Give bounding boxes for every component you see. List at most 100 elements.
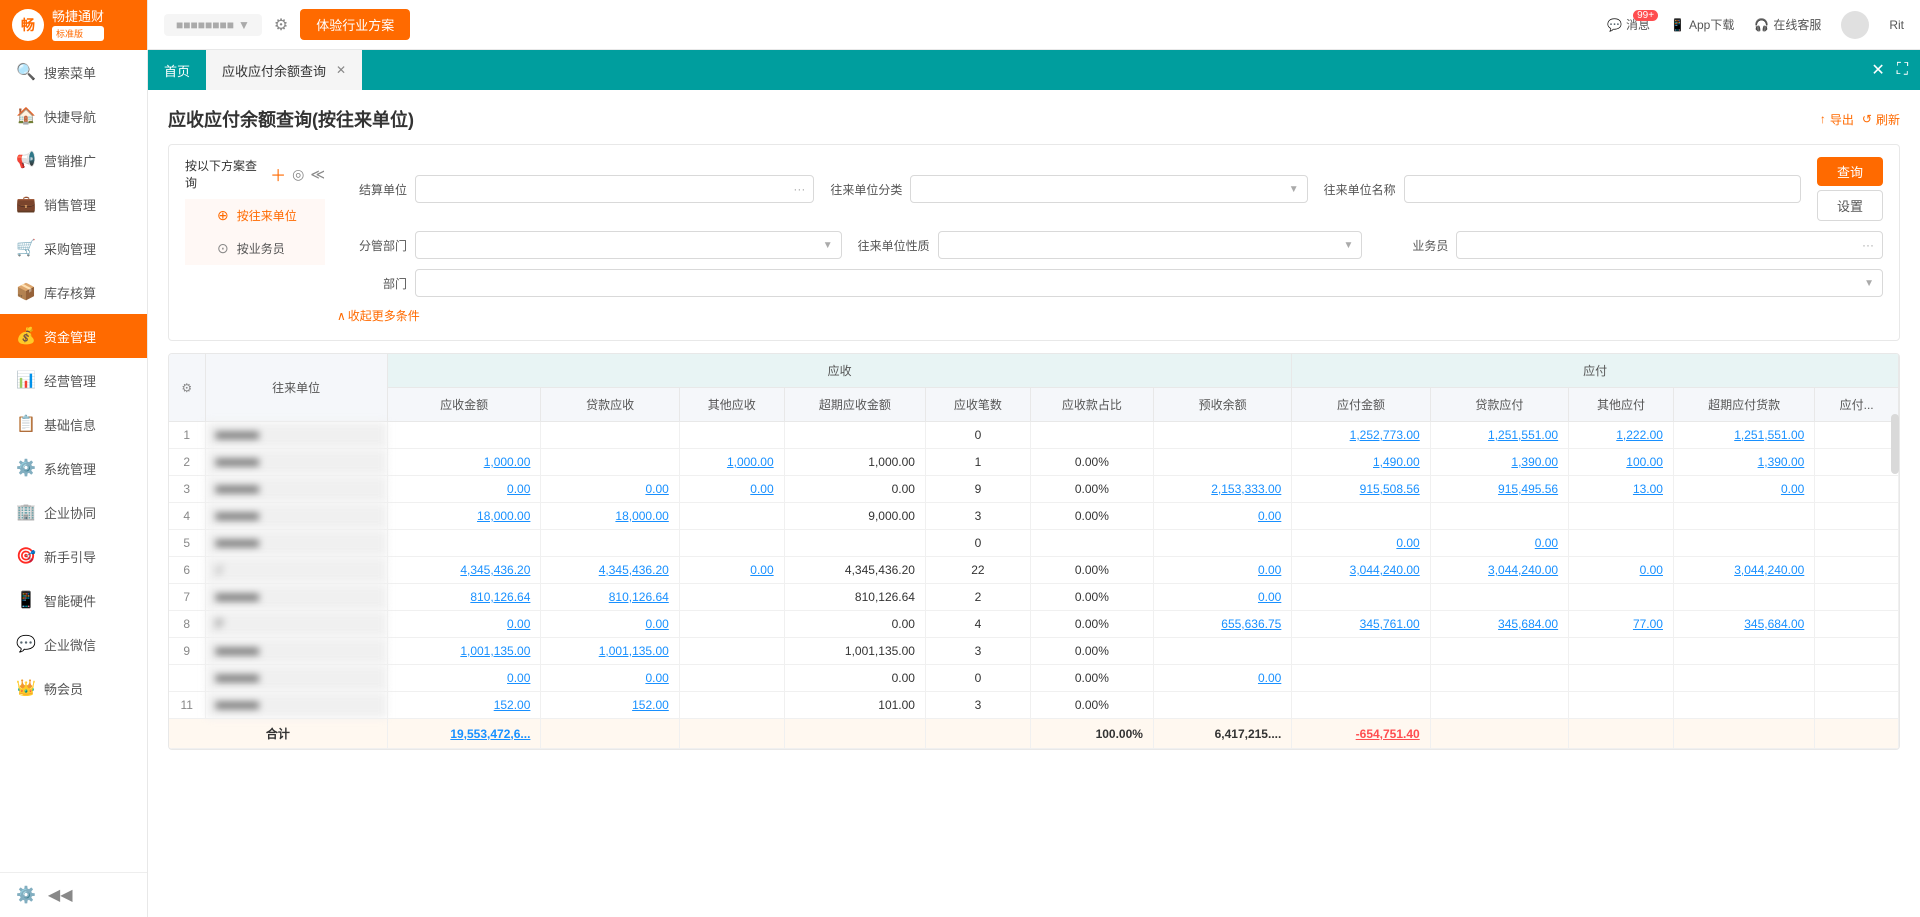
- purchase-icon: 🛒: [16, 238, 36, 258]
- sidebar-item-guide[interactable]: 🎯 新手引导: [0, 534, 147, 578]
- logo-badge: 标准版: [52, 26, 104, 41]
- footer-ar-amount[interactable]: 19,553,472,6...: [387, 719, 541, 749]
- export-button[interactable]: ↑ 导出: [1820, 111, 1854, 128]
- footer-label: 合计: [169, 719, 387, 749]
- sidebar-item-operation[interactable]: 📊 经营管理: [0, 358, 147, 402]
- col-ar-other: 其他应收: [679, 388, 784, 422]
- col-ar-amount: 应收金额: [387, 388, 541, 422]
- salesperson-input[interactable]: ···: [1456, 231, 1883, 259]
- query-button[interactable]: 查询: [1817, 157, 1883, 186]
- collapse-more-button[interactable]: ∧ 收起更多条件: [337, 307, 420, 324]
- app-download-label: App下载: [1689, 16, 1734, 33]
- col-ap-loan: 贷款应付: [1430, 388, 1568, 422]
- tab-close-icon[interactable]: ✕: [336, 63, 346, 77]
- collapse-sidebar-icon[interactable]: ◀◀: [48, 885, 73, 905]
- tabbar-close-icon[interactable]: ✕: [1871, 60, 1884, 80]
- footer-ar-overdue: [784, 719, 925, 749]
- collapse-more-area: ∧ 收起更多条件: [337, 303, 1883, 328]
- collapse-more-label: 收起更多条件: [348, 307, 420, 324]
- tab-home[interactable]: 首页: [148, 50, 206, 90]
- export-icon: ↑: [1820, 112, 1826, 126]
- col-ap-amount: 应付金额: [1292, 388, 1430, 422]
- industry-solution-button[interactable]: 体验行业方案: [300, 9, 410, 40]
- col-ar-count: 应收笔数: [925, 388, 1030, 422]
- department-input[interactable]: ▼: [415, 269, 1883, 297]
- partner-name: ■■■■■■: [205, 692, 387, 719]
- topbar-chevron-icon: ▼: [238, 18, 250, 32]
- table-footer-row: 合计 19,553,472,6... 100.00% 6,417,215....…: [169, 719, 1899, 749]
- partner-category-chevron: ▼: [1289, 184, 1299, 195]
- data-table-wrapper: ⚙ 往来单位 应收 应付 应收金额 贷款应收 其他应收 超期应收金额 应收笔数 …: [168, 353, 1900, 750]
- sidebar-item-search-menu[interactable]: 🔍 搜索菜单: [0, 50, 147, 94]
- table-gear-icon[interactable]: ⚙: [181, 381, 192, 395]
- sidebar-item-enterprise[interactable]: 🏢 企业协同: [0, 490, 147, 534]
- partner-name-input[interactable]: [1404, 175, 1801, 203]
- app-download-button[interactable]: 📱 App下载: [1670, 16, 1734, 33]
- tab-ar-ap[interactable]: 应收应付余额查询 ✕: [206, 50, 362, 90]
- online-service-button[interactable]: 🎧 在线客服: [1754, 16, 1821, 33]
- sidebar-item-wechat[interactable]: 💬 企业微信: [0, 622, 147, 666]
- submenu-by-salesperson[interactable]: ⊙ 按业务员: [185, 232, 325, 265]
- footer-ap-other: [1569, 719, 1674, 749]
- sidebar-item-system[interactable]: ⚙️ 系统管理: [0, 446, 147, 490]
- col-ap-more: 应付...: [1815, 388, 1899, 422]
- sidebar-item-finance[interactable]: 💰 资金管理: [0, 314, 147, 358]
- vertical-scrollbar[interactable]: [1891, 414, 1899, 474]
- col-partner: 往来单位: [205, 354, 387, 422]
- partner-name: P: [205, 611, 387, 638]
- partner-category-input[interactable]: ▼: [910, 175, 1307, 203]
- sidebar-item-hardware[interactable]: 📱 智能硬件: [0, 578, 147, 622]
- filter-target-icon[interactable]: ◎: [292, 166, 304, 183]
- sidebar-item-purchase[interactable]: 🛒 采购管理: [0, 226, 147, 270]
- page-header: 应收应付余额查询(按往来单位) ↑ 导出 ↺ 刷新: [168, 106, 1900, 132]
- filter-add-button[interactable]: ＋: [270, 162, 286, 186]
- col-ar-overdue: 超期应收金额: [784, 388, 925, 422]
- tabbar-expand-icon[interactable]: ⛶: [1897, 61, 1908, 79]
- submenu-partner-icon: ⊕: [217, 207, 229, 224]
- page-actions: ↑ 导出 ↺ 刷新: [1820, 111, 1900, 128]
- partner-nature-input[interactable]: ▼: [938, 231, 1363, 259]
- filter-submenu: 按以下方案查询 ＋ ◎ ≪ ⊕ 按往来单位 ⊙: [185, 157, 325, 328]
- topbar: ■■■■■■■■ ▼ ⚙ 体验行业方案 💬 消息 99+ 📱 App下载 🎧 在…: [148, 0, 1920, 50]
- refresh-button[interactable]: ↺ 刷新: [1862, 111, 1900, 128]
- filter-row-2: 分管部门 ▼ 往来单位性质 ▼: [337, 231, 1883, 259]
- footer-ar-prepay: 6,417,215....: [1153, 719, 1291, 749]
- table-row: 9■■■■■■1,001,135.001,001,135.001,001,135…: [169, 638, 1899, 665]
- topbar-gear-icon[interactable]: ⚙: [274, 15, 288, 35]
- message-button[interactable]: 💬 消息 99+: [1607, 16, 1650, 33]
- settings-bottom-icon[interactable]: ⚙️: [16, 885, 36, 905]
- sidebar-label-search-menu: 搜索菜单: [44, 63, 96, 82]
- sidebar-item-basic[interactable]: 📋 基础信息: [0, 402, 147, 446]
- sidebar-item-inventory[interactable]: 📦 库存核算: [0, 270, 147, 314]
- footer-ap-loan: [1430, 719, 1568, 749]
- table-row: ■■■■■■0.000.000.0000.00%0.00: [169, 665, 1899, 692]
- sidebar-item-quick-nav[interactable]: 🏠 快捷导航: [0, 94, 147, 138]
- filter-collapse-icon[interactable]: ≪: [310, 166, 325, 183]
- settlement-input[interactable]: ···: [415, 175, 814, 203]
- table-row: 6√4,345,436.204,345,436.200.004,345,436.…: [169, 557, 1899, 584]
- collapse-chevron-icon: ∧: [337, 309, 346, 323]
- finance-icon: 💰: [16, 326, 36, 346]
- search-menu-icon: 🔍: [16, 62, 36, 82]
- sidebar-item-sales[interactable]: 💼 销售管理: [0, 182, 147, 226]
- settlement-dots: ···: [793, 182, 805, 196]
- filter-row-3: 部门 ▼: [337, 269, 1883, 297]
- dept-input[interactable]: ▼: [415, 231, 842, 259]
- submenu-by-partner[interactable]: ⊕ 按往来单位: [185, 199, 325, 232]
- sidebar-bottom: ⚙️ ◀◀: [0, 872, 147, 917]
- filter-group-department: 部门 ▼: [337, 269, 1883, 297]
- col-ar-loan: 贷款应收: [541, 388, 679, 422]
- sidebar-label-sales: 销售管理: [44, 195, 96, 214]
- sidebar-label-quick-nav: 快捷导航: [44, 107, 96, 126]
- sidebar-item-member[interactable]: 👑 畅会员: [0, 666, 147, 710]
- export-label: 导出: [1830, 111, 1854, 128]
- service-icon: 🎧: [1754, 18, 1769, 32]
- page: 应收应付余额查询(按往来单位) ↑ 导出 ↺ 刷新: [148, 90, 1920, 917]
- sidebar-item-marketing[interactable]: 📢 营销推广: [0, 138, 147, 182]
- footer-ap-amount[interactable]: -654,751.40: [1292, 719, 1430, 749]
- topbar-right: 💬 消息 99+ 📱 App下载 🎧 在线客服 Rit: [1607, 11, 1904, 39]
- col-ap-overdue: 超期应付货款: [1673, 388, 1814, 422]
- partner-name: ■■■■■■: [205, 665, 387, 692]
- setting-button[interactable]: 设置: [1817, 190, 1883, 221]
- col-gear[interactable]: ⚙: [169, 354, 205, 422]
